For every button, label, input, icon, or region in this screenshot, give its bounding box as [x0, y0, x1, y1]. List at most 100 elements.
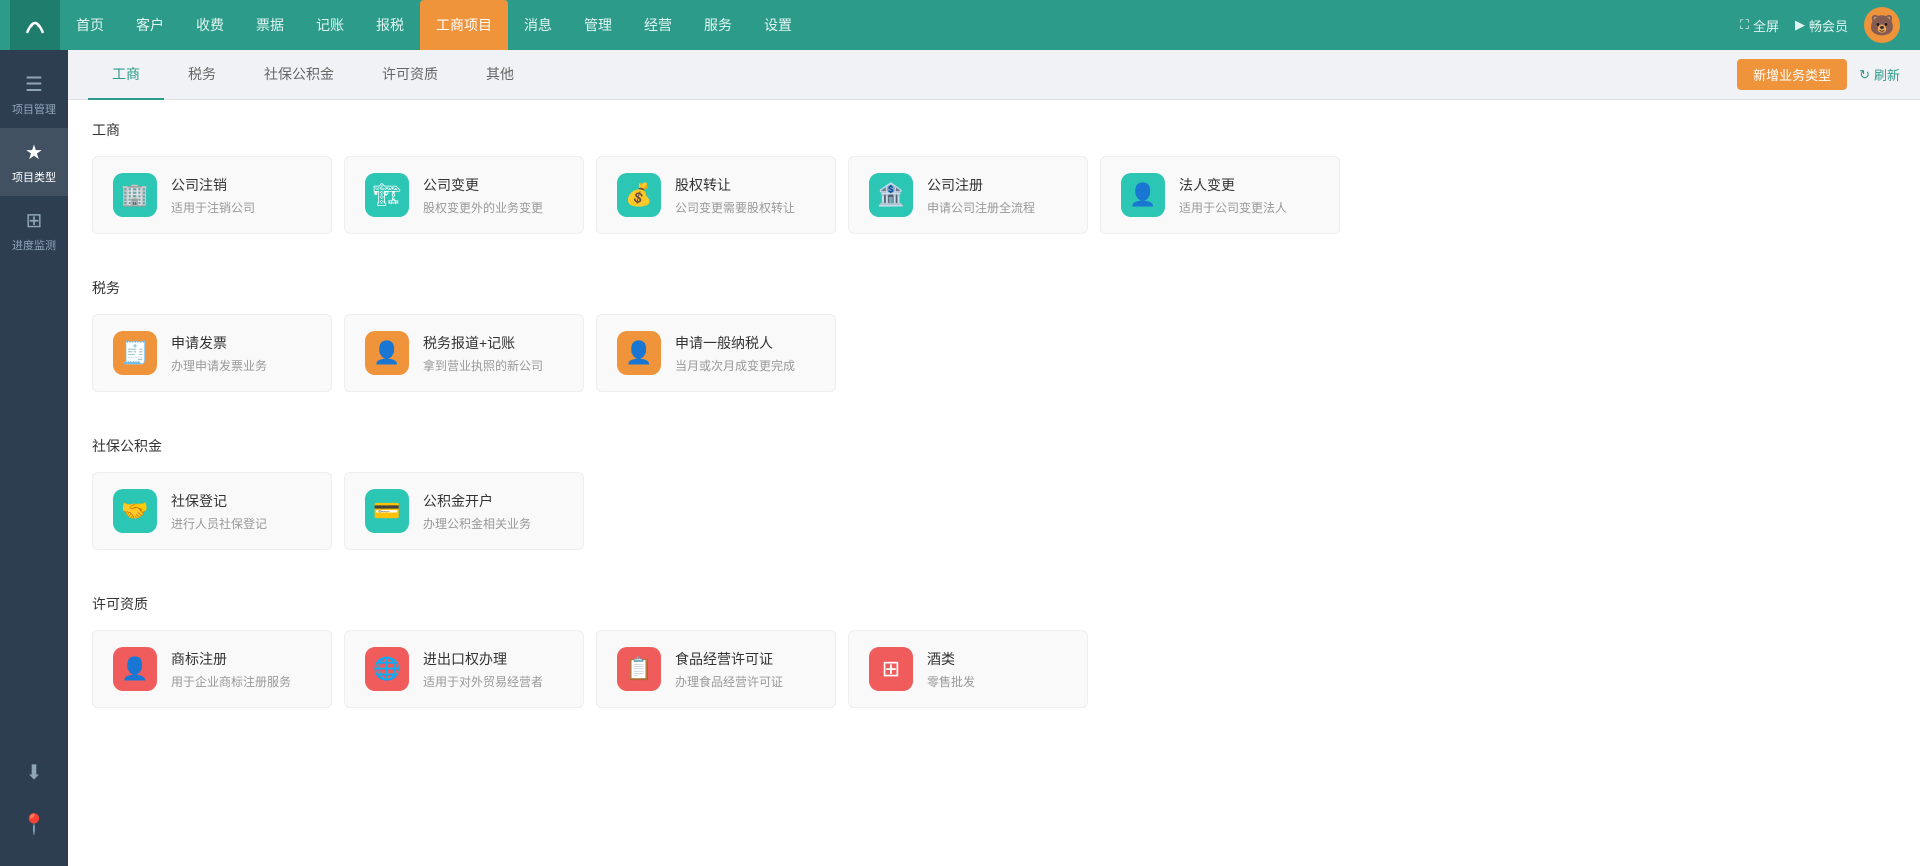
card-0-2[interactable]: 💰股权转让公司变更需要股权转让 — [596, 156, 836, 234]
card-1-0[interactable]: 🧾 申请发票办理申请发票业务 — [92, 314, 332, 392]
cards-grid-1: 🧾申请发票办理申请发票业务👤税务报道+记账拿到营业执照的新公司👤申请一般纳税人当… — [92, 314, 1896, 392]
card-icon-3-2: 📋 — [617, 647, 661, 691]
card-text-2-0: 社保登记进行人员社保登记 — [171, 491, 267, 532]
sidebar-location-btn[interactable]: 📍 — [0, 798, 68, 850]
sidebar-item-project-management[interactable]: ☰ 项目管理 — [0, 60, 68, 128]
nav-item-3[interactable]: 票据 — [240, 0, 300, 50]
sidebar-download-btn[interactable]: ⬇ — [0, 746, 68, 798]
top-nav: 首页客户收费票据记账报税工商项目消息管理经营服务设置 ⛶ 全屏 ▶ 畅会员 🐻 — [0, 0, 1920, 50]
card-text-3-0: 商标注册用于企业商标注册服务 — [171, 649, 291, 690]
tab-2[interactable]: 社保公积金 — [240, 50, 358, 100]
card-desc-1-2: 当月或次月成变更完成 — [675, 357, 795, 374]
cards-grid-0: 🏢公司注销适用于注销公司 🏗 公司变更股权变更外的业务变更 💰股权转让公司变更需要股权… — [92, 156, 1896, 234]
card-text-3-1: 进出口权办理适用于对外贸易经营者 — [423, 649, 543, 690]
nav-item-8[interactable]: 管理 — [568, 0, 628, 50]
card-icon-1-0: 🧾 — [113, 331, 157, 375]
tabs: 工商税务社保公积金许可资质其他 — [88, 50, 1737, 100]
sidebar-item-project-type[interactable]: ★ 项目类型 — [0, 128, 68, 196]
card-text-1-0: 申请发票办理申请发票业务 — [171, 333, 267, 374]
card-icon-3-3: ⊞ — [869, 647, 913, 691]
card-0-1[interactable]: 🏗 公司变更股权变更外的业务变更 — [344, 156, 584, 234]
card-1-2[interactable]: 👤 申请一般纳税人当月或次月成变更完成 — [596, 314, 836, 392]
section-title-1: 税务 — [92, 278, 1896, 298]
card-desc-0-1: 股权变更外的业务变更 — [423, 199, 543, 216]
nav-item-0[interactable]: 首页 — [60, 0, 120, 50]
card-icon-0-1: 🏗 — [365, 173, 409, 217]
card-title-2-0: 社保登记 — [171, 491, 267, 511]
add-business-type-button[interactable]: 新增业务类型 — [1737, 59, 1847, 90]
section-divider-1 — [92, 416, 1896, 436]
card-text-2-1: 公积金开户办理公积金相关业务 — [423, 491, 531, 532]
nav-item-10[interactable]: 服务 — [688, 0, 748, 50]
fullscreen-icon: ⛶ — [1740, 17, 1749, 33]
download-icon: ⬇ — [26, 760, 43, 785]
refresh-button[interactable]: ↻ 刷新 — [1859, 65, 1900, 84]
sidebar: ☰ 项目管理 ★ 项目类型 ⊞ 进度监测 ⬇ 📍 — [0, 50, 68, 866]
card-icon-1-2: 👤 — [617, 331, 661, 375]
nav-item-1[interactable]: 客户 — [120, 0, 180, 50]
card-0-3[interactable]: 🏦公司注册申请公司注册全流程 — [848, 156, 1088, 234]
tab-0[interactable]: 工商 — [88, 50, 164, 100]
refresh-label: 刷新 — [1874, 65, 1900, 84]
card-desc-0-3: 申请公司注册全流程 — [927, 199, 1035, 216]
nav-item-9[interactable]: 经营 — [628, 0, 688, 50]
card-desc-2-1: 办理公积金相关业务 — [423, 515, 531, 532]
card-desc-0-4: 适用于公司变更法人 — [1179, 199, 1287, 216]
card-title-3-2: 食品经营许可证 — [675, 649, 783, 669]
sidebar-item-label-project-type: 项目类型 — [12, 169, 56, 185]
card-0-0[interactable]: 🏢公司注销适用于注销公司 — [92, 156, 332, 234]
nav-item-5[interactable]: 报税 — [360, 0, 420, 50]
card-3-0[interactable]: 👤商标注册用于企业商标注册服务 — [92, 630, 332, 708]
card-text-3-2: 食品经营许可证办理食品经营许可证 — [675, 649, 783, 690]
card-3-1[interactable]: 🌐进出口权办理适用于对外贸易经营者 — [344, 630, 584, 708]
card-1-1[interactable]: 👤税务报道+记账拿到营业执照的新公司 — [344, 314, 584, 392]
card-2-1[interactable]: 💳公积金开户办理公积金相关业务 — [344, 472, 584, 550]
vip-label: 畅会员 — [1809, 16, 1848, 35]
nav-item-4[interactable]: 记账 — [300, 0, 360, 50]
sidebar-item-label-progress-monitor: 进度监测 — [12, 237, 56, 253]
fullscreen-tool[interactable]: ⛶ 全屏 — [1740, 16, 1779, 35]
vip-tool[interactable]: ▶ 畅会员 — [1795, 16, 1848, 35]
card-desc-1-1: 拿到营业执照的新公司 — [423, 357, 543, 374]
scroll-content: 工商🏢公司注销适用于注销公司🏗公司变更股权变更外的业务变更💰股权转让公司变更需要… — [68, 100, 1920, 866]
card-title-0-1: 公司变更 — [423, 175, 543, 195]
card-2-0[interactable]: 🤝社保登记进行人员社保登记 — [92, 472, 332, 550]
card-desc-3-0: 用于企业商标注册服务 — [171, 673, 291, 690]
card-text-0-0: 公司注销适用于注销公司 — [171, 175, 255, 216]
tab-4[interactable]: 其他 — [462, 50, 538, 100]
cards-grid-2: 🤝社保登记进行人员社保登记💳公积金开户办理公积金相关业务 — [92, 472, 1896, 550]
section-divider-2 — [92, 574, 1896, 594]
card-desc-1-0: 办理申请发票业务 — [171, 357, 267, 374]
card-title-3-1: 进出口权办理 — [423, 649, 543, 669]
card-text-0-3: 公司注册申请公司注册全流程 — [927, 175, 1035, 216]
nav-item-2[interactable]: 收费 — [180, 0, 240, 50]
vip-icon: ▶ — [1795, 17, 1805, 33]
card-title-0-4: 法人变更 — [1179, 175, 1287, 195]
card-text-1-2: 申请一般纳税人当月或次月成变更完成 — [675, 333, 795, 374]
tab-1[interactable]: 税务 — [164, 50, 240, 100]
card-3-3[interactable]: ⊞ 酒类零售批发 — [848, 630, 1088, 708]
card-desc-3-1: 适用于对外贸易经营者 — [423, 673, 543, 690]
nav-item-11[interactable]: 设置 — [748, 0, 808, 50]
location-icon: 📍 — [22, 812, 47, 837]
logo — [10, 0, 60, 50]
card-icon-1-1: 👤 — [365, 331, 409, 375]
card-title-3-0: 商标注册 — [171, 649, 291, 669]
content-area: 工商税务社保公积金许可资质其他 新增业务类型 ↻ 刷新 工商 🏢公司注销适用于注销… — [68, 50, 1920, 866]
avatar[interactable]: 🐻 — [1864, 7, 1900, 43]
card-text-0-2: 股权转让公司变更需要股权转让 — [675, 175, 795, 216]
card-0-4[interactable]: 👤 法人变更适用于公司变更法人 — [1100, 156, 1340, 234]
progress-monitor-icon: ⊞ — [26, 208, 43, 233]
sidebar-item-progress-monitor[interactable]: ⊞ 进度监测 — [0, 196, 68, 264]
card-text-3-3: 酒类零售批发 — [927, 649, 975, 690]
section-title-2: 社保公积金 — [92, 436, 1896, 456]
card-title-1-2: 申请一般纳税人 — [675, 333, 795, 353]
nav-item-6[interactable]: 工商项目 — [420, 0, 508, 50]
project-type-icon: ★ — [25, 140, 43, 165]
tab-3[interactable]: 许可资质 — [358, 50, 462, 100]
nav-items: 首页客户收费票据记账报税工商项目消息管理经营服务设置 — [60, 0, 1740, 50]
refresh-icon: ↻ — [1859, 67, 1870, 83]
card-icon-0-4: 👤 — [1121, 173, 1165, 217]
nav-item-7[interactable]: 消息 — [508, 0, 568, 50]
card-3-2[interactable]: 📋 食品经营许可证办理食品经营许可证 — [596, 630, 836, 708]
